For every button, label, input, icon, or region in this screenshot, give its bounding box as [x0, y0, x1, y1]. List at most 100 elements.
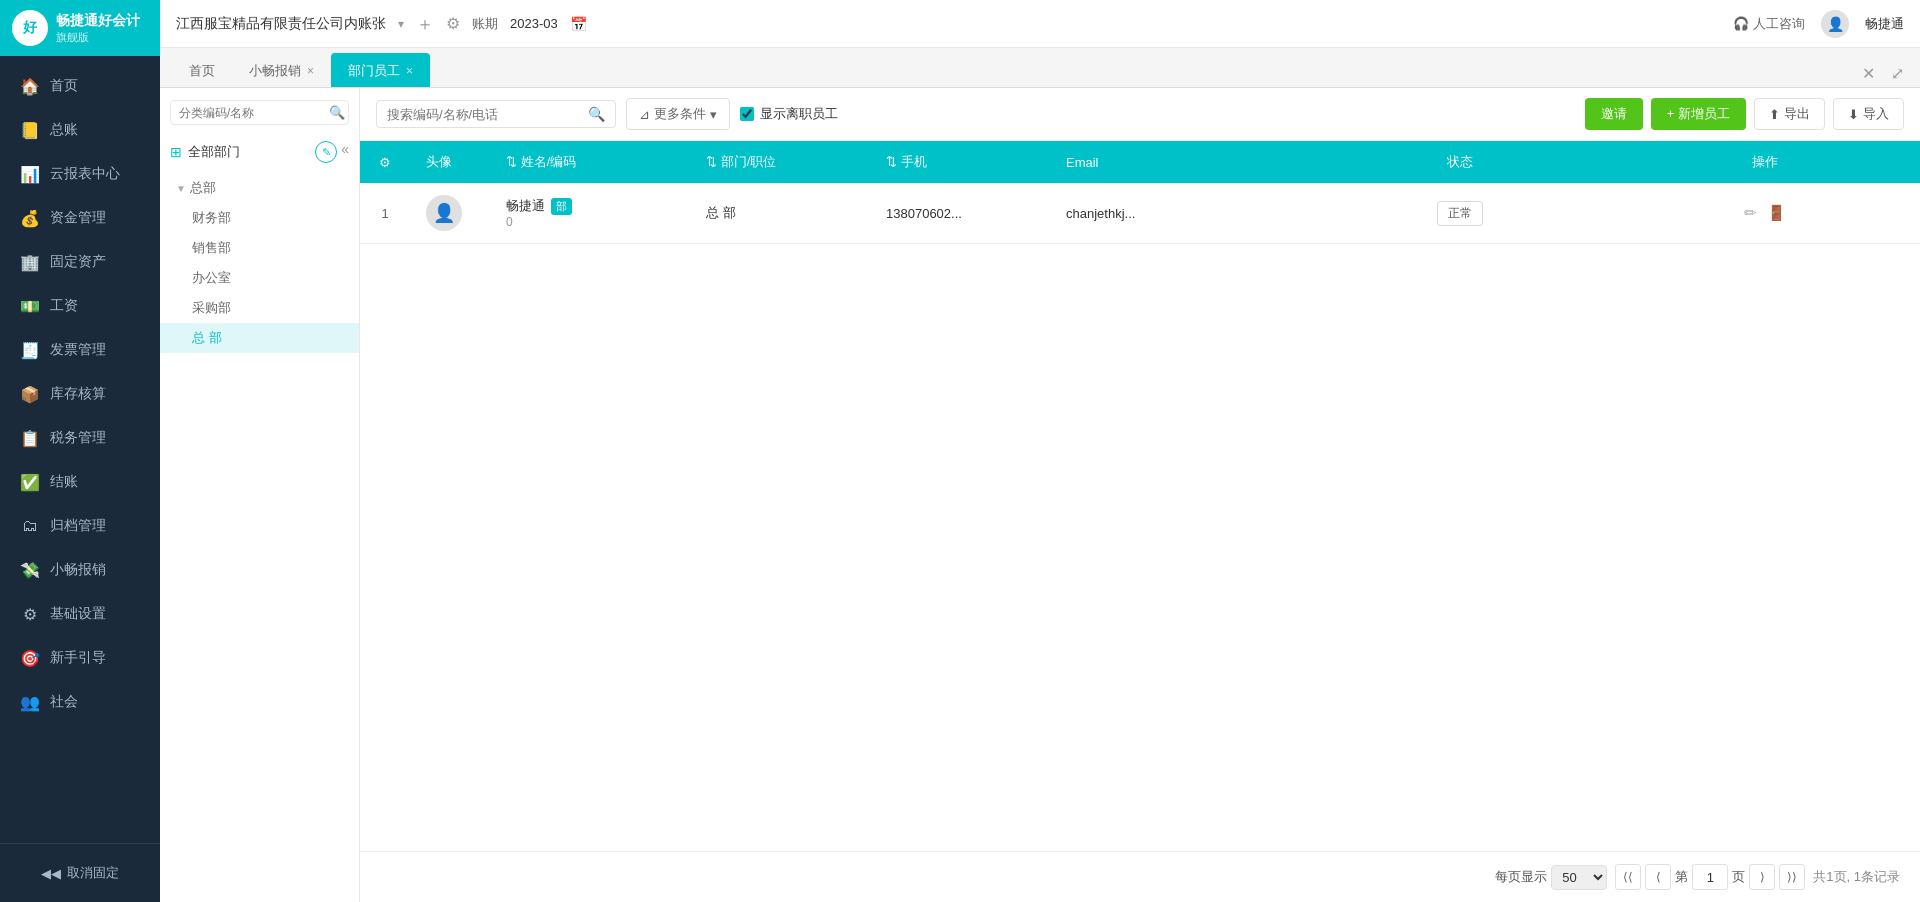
row-phone-cell: 138070602... — [870, 183, 1050, 244]
dept-edit-button[interactable]: ✎ — [315, 141, 337, 163]
tab-home[interactable]: 首页 — [172, 53, 232, 87]
tab-home-label: 首页 — [189, 62, 215, 80]
tab-employees[interactable]: 部门员工 × — [331, 53, 430, 87]
tab-expense[interactable]: 小畅报销 × — [232, 53, 331, 87]
dept-search-box[interactable]: 🔍 — [170, 100, 349, 125]
page-input[interactable] — [1692, 864, 1728, 890]
content-area: 🔍 ⊞ 全部部门 ✎ « ▼ 总部 财务部 销售部 办公室 — [160, 88, 1920, 902]
settings-col-icon: ⚙ — [379, 155, 391, 170]
employee-search-input[interactable] — [387, 107, 582, 122]
next-page-button[interactable]: ⟩ — [1749, 864, 1775, 890]
show-resigned-checkbox[interactable] — [740, 107, 754, 121]
dept-child-procurement[interactable]: 采购部 — [160, 293, 359, 323]
page-size-select[interactable]: 每页显示 10 20 50 100 — [1495, 865, 1607, 890]
settings-gear-button[interactable]: ⚙ — [446, 14, 460, 33]
dept-child-sales[interactable]: 销售部 — [160, 233, 359, 263]
dept-search-icon[interactable]: 🔍 — [329, 105, 345, 120]
more-filter-button[interactable]: ⊿ 更多条件 ▾ — [626, 98, 730, 130]
tax-icon: 📋 — [20, 428, 40, 448]
row-status-cell: 正常 — [1310, 183, 1610, 244]
page-unit: 页 — [1732, 868, 1745, 886]
search-icon[interactable]: 🔍 — [588, 106, 605, 122]
home-icon: 🏠 — [20, 76, 40, 96]
guide-icon: 🎯 — [20, 648, 40, 668]
sidebar-logo[interactable]: 好 畅捷通好会计 旗舰版 — [0, 0, 160, 56]
add-company-button[interactable]: ＋ — [416, 12, 434, 36]
delete-action-button[interactable]: 🚪 — [1767, 204, 1786, 222]
first-page-button[interactable]: ⟨⟨ — [1615, 864, 1641, 890]
tab-expense-close[interactable]: × — [307, 64, 314, 78]
grid-icon: ⊞ — [170, 144, 182, 160]
col-phone[interactable]: ⇅ 手机 — [870, 141, 1050, 183]
dept-child-general[interactable]: 总 部 — [160, 323, 359, 353]
sidebar-item-salary[interactable]: 💵 工资 — [0, 284, 160, 328]
sidebar-item-tax[interactable]: 📋 税务管理 — [0, 416, 160, 460]
dept-child-office[interactable]: 办公室 — [160, 263, 359, 293]
all-departments-header[interactable]: ⊞ 全部部门 ✎ « — [160, 135, 359, 169]
username-label[interactable]: 畅捷通 — [1865, 15, 1904, 33]
row-dept-cell: 总 部 — [690, 183, 870, 244]
export-button[interactable]: ⬆ 导出 — [1754, 98, 1825, 130]
sidebar-item-label: 云报表中心 — [50, 165, 120, 183]
ledger-icon: 📒 — [20, 120, 40, 140]
sidebar-item-expense[interactable]: 💸 小畅报销 — [0, 548, 160, 592]
sidebar-item-label: 总账 — [50, 121, 78, 139]
sidebar-item-settings[interactable]: ⚙ 基础设置 — [0, 592, 160, 636]
col-settings[interactable]: ⚙ — [360, 141, 410, 183]
dept-collapse-button[interactable]: « — [341, 141, 349, 163]
cancel-pin-button[interactable]: ◀◀ 取消固定 — [0, 856, 160, 890]
sort-icon: ⇅ — [886, 154, 897, 169]
page-size-dropdown[interactable]: 10 20 50 100 — [1551, 865, 1607, 890]
dept-tree: ▼ 总部 财务部 销售部 办公室 采购部 总 部 — [160, 169, 359, 357]
period-label: 账期 — [472, 15, 498, 33]
col-dept-position[interactable]: ⇅ 部门/职位 — [690, 141, 870, 183]
prev-page-button[interactable]: ⟨ — [1645, 864, 1671, 890]
tab-employees-close[interactable]: × — [406, 64, 413, 78]
invite-button[interactable]: 邀请 — [1585, 98, 1643, 130]
employee-code: 0 — [506, 215, 674, 229]
dept-children: 财务部 销售部 办公室 采购部 总 部 — [160, 203, 359, 353]
add-employee-button[interactable]: + 新增员工 — [1651, 98, 1746, 130]
right-panel: 🔍 ⊿ 更多条件 ▾ 显示离职员工 邀请 + 新增员工 ⬆ 导出 — [360, 88, 1920, 902]
checkout-icon: ✅ — [20, 472, 40, 492]
dept-child-finance[interactable]: 财务部 — [160, 203, 359, 233]
calendar-icon[interactable]: 📅 — [570, 16, 587, 32]
col-avatar: 头像 — [410, 141, 490, 183]
sidebar-item-invoice[interactable]: 🧾 发票管理 — [0, 328, 160, 372]
sidebar-item-label: 固定资产 — [50, 253, 106, 271]
sidebar-item-home[interactable]: 🏠 首页 — [0, 64, 160, 108]
last-page-button[interactable]: ⟩⟩ — [1779, 864, 1805, 890]
show-resigned-label[interactable]: 显示离职员工 — [740, 105, 838, 123]
employee-search-bar[interactable]: 🔍 — [376, 100, 616, 128]
sidebar-bottom: ◀◀ 取消固定 — [0, 843, 160, 902]
sidebar-item-checkout[interactable]: ✅ 结账 — [0, 460, 160, 504]
row-avatar-cell: 👤 — [410, 183, 490, 244]
sidebar-item-reports[interactable]: 📊 云报表中心 — [0, 152, 160, 196]
tab-close-button[interactable]: ✕ — [1858, 60, 1879, 87]
total-records: 共1页, 1条记录 — [1813, 868, 1900, 886]
row-index: 1 — [360, 183, 410, 244]
edit-action-button[interactable]: ✏ — [1744, 204, 1757, 222]
col-name-code[interactable]: ⇅ 姓名/编码 — [490, 141, 690, 183]
sidebar-item-inventory[interactable]: 📦 库存核算 — [0, 372, 160, 416]
filter-icon: ⊿ — [639, 107, 650, 122]
dept-search-input[interactable] — [179, 106, 329, 120]
import-button[interactable]: ⬇ 导入 — [1833, 98, 1904, 130]
filter-arrow-icon: ▾ — [710, 107, 717, 122]
tab-expand-button[interactable]: ⤢ — [1887, 60, 1908, 87]
social-icon: 👥 — [20, 692, 40, 712]
sidebar-item-social[interactable]: 👥 社会 — [0, 680, 160, 724]
page-label: 第 — [1675, 868, 1688, 886]
sidebar-item-funds[interactable]: 💰 资金管理 — [0, 196, 160, 240]
sort-icon: ⇅ — [706, 154, 717, 169]
sidebar-item-assets[interactable]: 🏢 固定资产 — [0, 240, 160, 284]
sidebar-item-label: 库存核算 — [50, 385, 106, 403]
dept-parent-headquarters[interactable]: ▼ 总部 — [160, 173, 359, 203]
company-dropdown-button[interactable]: ▾ — [398, 17, 404, 31]
sidebar-item-label: 新手引导 — [50, 649, 106, 667]
sidebar-item-archive[interactable]: 🗂 归档管理 — [0, 504, 160, 548]
sidebar-item-ledger[interactable]: 📒 总账 — [0, 108, 160, 152]
tabs-bar: 首页 小畅报销 × 部门员工 × ✕ ⤢ — [160, 48, 1920, 88]
support-button[interactable]: 🎧 人工咨询 — [1733, 15, 1805, 33]
sidebar-item-guide[interactable]: 🎯 新手引导 — [0, 636, 160, 680]
